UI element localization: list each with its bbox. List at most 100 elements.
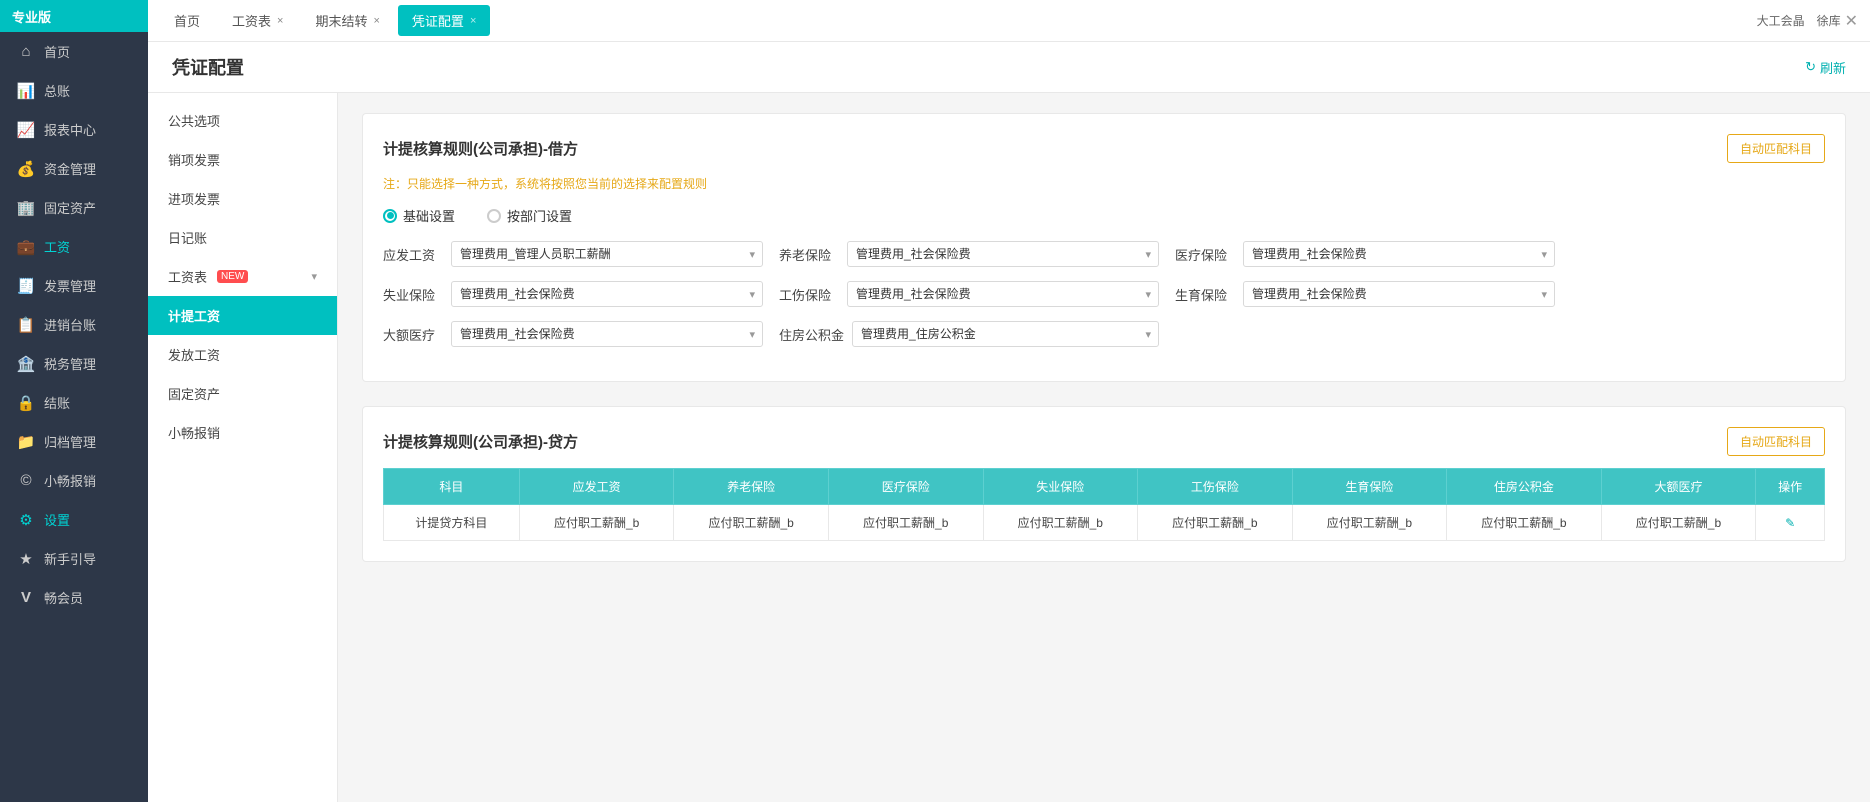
tab-home[interactable]: 首页	[160, 5, 214, 36]
injury-select[interactable]: 管理费用_社会保险费	[847, 281, 1159, 307]
sidebar-item-expense[interactable]: © 小畅报销	[0, 461, 148, 500]
sidebar-item-member[interactable]: V 畅会员	[0, 578, 148, 617]
close-payroll-tab-icon[interactable]: ×	[277, 15, 283, 27]
maternity-select[interactable]: 管理费用_社会保险费	[1243, 281, 1555, 307]
sidebar-item-closing[interactable]: 🔒 结账	[0, 383, 148, 422]
salary-select[interactable]: 管理费用_管理人员职工薪酬	[451, 241, 763, 267]
field-major-medical: 大额医疗 管理费用_社会保险费	[383, 321, 763, 347]
nav-payroll-table[interactable]: 工资表 NEW ▾	[148, 257, 337, 296]
maternity-select-wrapper: 管理费用_社会保险费	[1243, 281, 1555, 307]
td-injury: 应付职工薪酬_b	[1138, 505, 1293, 541]
debit-note: 注：只能选择一种方式，系统将按照您当前的选择来配置规则	[383, 175, 1825, 192]
tab-payroll-sheet[interactable]: 工资表 ×	[218, 5, 297, 36]
nav-journal[interactable]: 日记账	[148, 218, 337, 257]
th-action: 操作	[1756, 469, 1825, 505]
th-injury: 工伤保险	[1138, 469, 1293, 505]
sidebar: 专业版 ⌂ 首页 📊 总账 📈 报表中心 💰 资金管理 🏢 固定资产 💼 工资 …	[0, 0, 148, 802]
edit-icon[interactable]: ✎	[1785, 516, 1795, 530]
credit-section: 计提核算规则(公司承担)-贷方 自动匹配科目 科目 应发工资 养老保险 医疗保险…	[362, 406, 1846, 562]
sidebar-item-invoice-mgmt[interactable]: 🧾 发票管理	[0, 266, 148, 305]
debit-auto-match-button[interactable]: 自动匹配科目	[1727, 134, 1825, 163]
building-icon: 🏢	[16, 199, 36, 217]
close-voucher-tab-icon[interactable]: ×	[470, 15, 476, 27]
td-pension: 应付职工薪酬_b	[674, 505, 829, 541]
major-medical-select-wrapper: 管理费用_社会保险费	[451, 321, 763, 347]
td-medical: 应付职工薪酬_b	[828, 505, 983, 541]
nav-distribute-payroll[interactable]: 发放工资	[148, 335, 337, 374]
td-salary: 应付职工薪酬_b	[519, 505, 674, 541]
debit-section: 计提核算规则(公司承担)-借方 自动匹配科目 注：只能选择一种方式，系统将按照您…	[362, 113, 1846, 382]
user-info: 大工会晶	[1757, 12, 1805, 29]
sidebar-item-report-center[interactable]: 📈 报表中心	[0, 110, 148, 149]
sidebar-item-label: 首页	[44, 42, 70, 61]
radio-group: 基础设置 按部门设置	[383, 206, 1825, 225]
sidebar-item-archive[interactable]: 📁 归档管理	[0, 422, 148, 461]
credit-auto-match-button[interactable]: 自动匹配科目	[1727, 427, 1825, 456]
td-major-medical: 应付职工薪酬_b	[1601, 505, 1756, 541]
tab-period-closing[interactable]: 期末结转 ×	[301, 5, 393, 36]
new-badge: NEW	[217, 270, 248, 283]
maternity-label: 生育保险	[1175, 285, 1235, 304]
copyright-icon: ©	[16, 472, 36, 489]
sidebar-item-payroll[interactable]: 💼 工资	[0, 227, 148, 266]
unemployment-select[interactable]: 管理费用_社会保险费	[451, 281, 763, 307]
housing-fund-select[interactable]: 管理费用_住房公积金	[852, 321, 1159, 347]
th-maternity: 生育保险	[1292, 469, 1447, 505]
user-name: 徐库	[1817, 12, 1841, 29]
debit-form-row-3: 大额医疗 管理费用_社会保险费 住房公积金 管理费用_住房公积金	[383, 321, 1825, 347]
sidebar-item-label: 进销台账	[44, 315, 96, 334]
debit-section-title: 计提核算规则(公司承担)-借方	[383, 138, 578, 159]
radio-dot-dept	[487, 209, 501, 223]
tab-voucher-config[interactable]: 凭证配置 ×	[398, 5, 490, 36]
table-header-row: 科目 应发工资 养老保险 医疗保险 失业保险 工伤保险 生育保险 住房公积金 大…	[384, 469, 1825, 505]
page-header: 凭证配置 ↻ 刷新	[148, 42, 1870, 93]
radio-dept-setting[interactable]: 按部门设置	[487, 206, 572, 225]
salary-label: 应发工资	[383, 245, 443, 264]
refresh-icon: ↻	[1805, 59, 1816, 75]
report-icon: 📈	[16, 121, 36, 139]
refresh-button[interactable]: ↻ 刷新	[1805, 58, 1846, 77]
sidebar-item-guide[interactable]: ★ 新手引导	[0, 539, 148, 578]
sidebar-item-label: 发票管理	[44, 276, 96, 295]
nav-purchase-invoice[interactable]: 进项发票	[148, 179, 337, 218]
th-medical: 医疗保险	[828, 469, 983, 505]
pension-select[interactable]: 管理费用_社会保险费	[847, 241, 1159, 267]
sidebar-item-label: 畅会员	[44, 588, 83, 607]
close-period-tab-icon[interactable]: ×	[373, 15, 379, 27]
sidebar-item-label: 报表中心	[44, 120, 96, 139]
left-nav: 公共选项 销项发票 进项发票 日记账 工资表 NEW ▾ 计提工资 发放工资	[148, 93, 338, 802]
sidebar-item-general-ledger[interactable]: 📊 总账	[0, 71, 148, 110]
medical-select-wrapper: 管理费用_社会保险费	[1243, 241, 1555, 267]
salary-select-wrapper: 管理费用_管理人员职工薪酬	[451, 241, 763, 267]
nav-fixed-assets[interactable]: 固定资产	[148, 374, 337, 413]
content-area: 公共选项 销项发票 进项发票 日记账 工资表 NEW ▾ 计提工资 发放工资	[148, 93, 1870, 802]
main-panel: 计提核算规则(公司承担)-借方 自动匹配科目 注：只能选择一种方式，系统将按照您…	[338, 93, 1870, 802]
sidebar-item-sales-purchase[interactable]: 📋 进销台账	[0, 305, 148, 344]
close-main-button[interactable]: ✕	[1845, 11, 1858, 31]
td-action[interactable]: ✎	[1756, 505, 1825, 541]
topbar-right: 大工会晶 徐库	[1757, 12, 1841, 29]
field-injury: 工伤保险 管理费用_社会保险费	[779, 281, 1159, 307]
archive-icon: 📁	[16, 433, 36, 451]
sidebar-item-settings[interactable]: ⚙ 设置	[0, 500, 148, 539]
sidebar-item-capital-mgmt[interactable]: 💰 资金管理	[0, 149, 148, 188]
sidebar-item-home[interactable]: ⌂ 首页	[0, 32, 148, 71]
nav-calc-payroll[interactable]: 计提工资	[148, 296, 337, 335]
invoice-icon: 🧾	[16, 277, 36, 295]
nav-xiao-chang-expense[interactable]: 小畅报销	[148, 413, 337, 452]
vip-icon: V	[16, 589, 36, 606]
credit-table: 科目 应发工资 养老保险 医疗保险 失业保险 工伤保险 生育保险 住房公积金 大…	[383, 468, 1825, 541]
sidebar-item-tax-mgmt[interactable]: 🏦 税务管理	[0, 344, 148, 383]
sidebar-item-label: 归档管理	[44, 432, 96, 451]
nav-sales-invoice[interactable]: 销项发票	[148, 140, 337, 179]
unemployment-select-wrapper: 管理费用_社会保险费	[451, 281, 763, 307]
th-housing: 住房公积金	[1447, 469, 1602, 505]
injury-select-wrapper: 管理费用_社会保险费	[847, 281, 1159, 307]
radio-basic-setting[interactable]: 基础设置	[383, 206, 455, 225]
pension-select-wrapper: 管理费用_社会保险费	[847, 241, 1159, 267]
medical-select[interactable]: 管理费用_社会保险费	[1243, 241, 1555, 267]
main-container: 首页 工资表 × 期末结转 × 凭证配置 × 大工会晶 徐库 ✕ 凭证配置 ↻ …	[148, 0, 1870, 802]
sidebar-item-fixed-assets[interactable]: 🏢 固定资产	[0, 188, 148, 227]
nav-public-options[interactable]: 公共选项	[148, 101, 337, 140]
major-medical-select[interactable]: 管理费用_社会保险费	[451, 321, 763, 347]
